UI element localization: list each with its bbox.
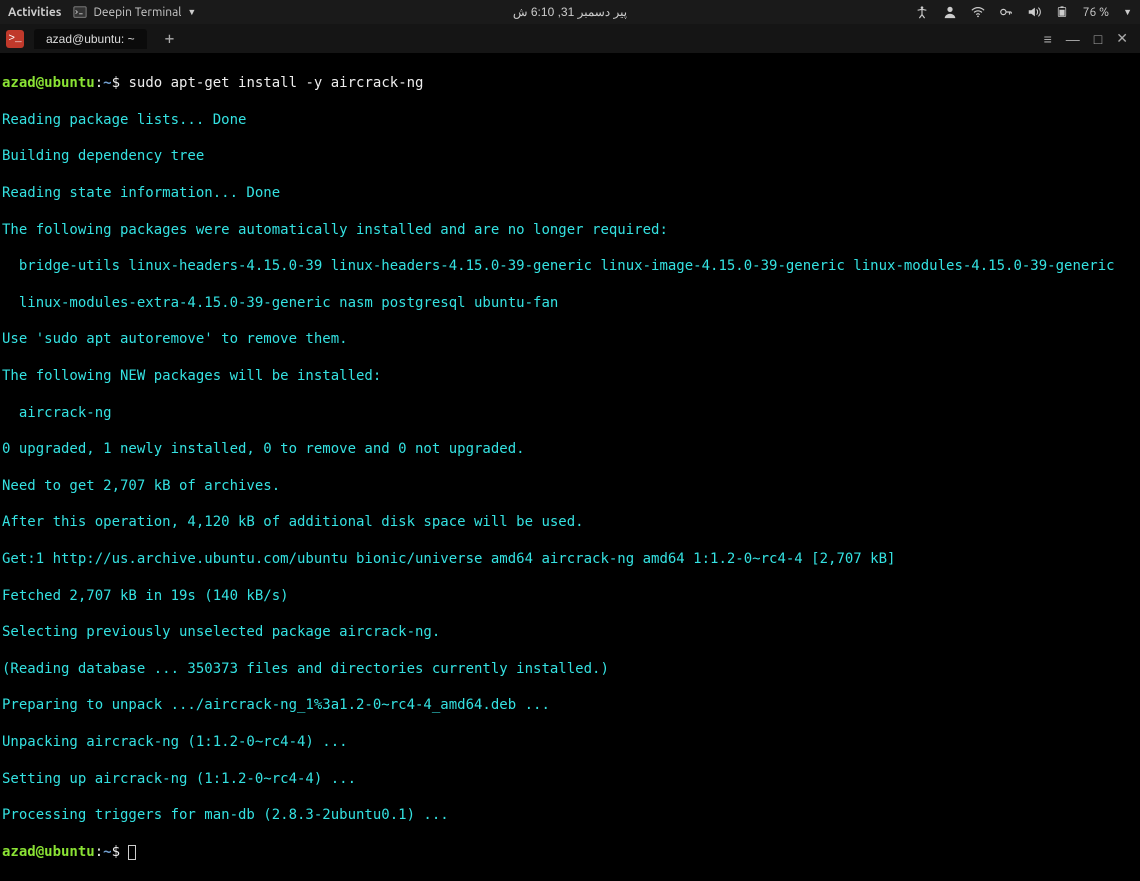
output-line: Fetched 2,707 kB in 19s (140 kB/s) [2, 587, 1138, 605]
prompt-colon: : [95, 844, 103, 860]
app-menu-label: Deepin Terminal [93, 6, 181, 19]
output-line: bridge-utils linux-headers-4.15.0-39 lin… [2, 257, 1138, 275]
prompt-user: azad@ubuntu [2, 75, 95, 91]
terminal-window-icon: >_ [6, 30, 24, 48]
terminal-body[interactable]: azad@ubuntu:~$ sudo apt-get install -y a… [0, 54, 1140, 881]
app-menu[interactable]: Deepin Terminal ▼ [73, 5, 196, 19]
prompt-user: azad@ubuntu [2, 844, 95, 860]
output-line: Reading package lists... Done [2, 111, 1138, 129]
output-line: The following packages were automaticall… [2, 221, 1138, 239]
minimize-button[interactable]: — [1066, 31, 1080, 47]
window-titlebar: >_ azad@ubuntu: ~ + ≡ — □ ✕ [0, 24, 1140, 54]
prompt-path: ~ [103, 844, 111, 860]
terminal-tab[interactable]: azad@ubuntu: ~ [34, 29, 147, 49]
output-line: linux-modules-extra-4.15.0-39-generic na… [2, 294, 1138, 312]
prompt-line-idle: azad@ubuntu:~$ [2, 843, 1138, 861]
system-tray[interactable]: 76 % ▼ [915, 5, 1132, 19]
output-line: Selecting previously unselected package … [2, 623, 1138, 641]
accessibility-icon[interactable] [915, 5, 929, 19]
terminal-app-icon [73, 5, 87, 19]
output-line: 0 upgraded, 1 newly installed, 0 to remo… [2, 440, 1138, 458]
gnome-topbar: Activities Deepin Terminal ▼ پیر دسمبر 3… [0, 0, 1140, 24]
clock[interactable]: پیر دسمبر 31, 6:10 ش [513, 5, 627, 19]
output-line: Need to get 2,707 kB of archives. [2, 477, 1138, 495]
vpn-key-icon[interactable] [999, 5, 1013, 19]
output-line: Preparing to unpack .../aircrack-ng_1%3a… [2, 696, 1138, 714]
battery-icon[interactable] [1055, 5, 1069, 19]
output-line: Building dependency tree [2, 147, 1138, 165]
prompt-line: azad@ubuntu:~$ sudo apt-get install -y a… [2, 74, 1138, 92]
output-line: aircrack-ng [2, 404, 1138, 422]
battery-percent: 76 % [1083, 6, 1109, 19]
wifi-icon[interactable] [971, 5, 985, 19]
close-button[interactable]: ✕ [1116, 30, 1128, 47]
chevron-down-icon: ▼ [1123, 7, 1132, 17]
menu-button[interactable]: ≡ [1044, 31, 1052, 47]
output-line: Processing triggers for man-db (2.8.3-2u… [2, 806, 1138, 824]
output-line: (Reading database ... 350373 files and d… [2, 660, 1138, 678]
output-line: Reading state information... Done [2, 184, 1138, 202]
activities-button[interactable]: Activities [8, 6, 61, 19]
prompt-dollar: $ [112, 75, 120, 91]
command-text: sudo apt-get install -y aircrack-ng [128, 75, 423, 91]
prompt-colon: : [95, 75, 103, 91]
volume-icon[interactable] [1027, 5, 1041, 19]
output-line: The following NEW packages will be insta… [2, 367, 1138, 385]
new-tab-button[interactable]: + [157, 29, 183, 48]
output-line: Use 'sudo apt autoremove' to remove them… [2, 330, 1138, 348]
output-line: After this operation, 4,120 kB of additi… [2, 513, 1138, 531]
output-line: Get:1 http://us.archive.ubuntu.com/ubunt… [2, 550, 1138, 568]
maximize-button[interactable]: □ [1094, 31, 1102, 47]
output-line: Unpacking aircrack-ng (1:1.2-0~rc4-4) ..… [2, 733, 1138, 751]
prompt-dollar: $ [112, 844, 120, 860]
user-icon[interactable] [943, 5, 957, 19]
output-line: Setting up aircrack-ng (1:1.2-0~rc4-4) .… [2, 770, 1138, 788]
chevron-down-icon: ▼ [187, 7, 196, 17]
prompt-path: ~ [103, 75, 111, 91]
cursor [128, 845, 136, 860]
